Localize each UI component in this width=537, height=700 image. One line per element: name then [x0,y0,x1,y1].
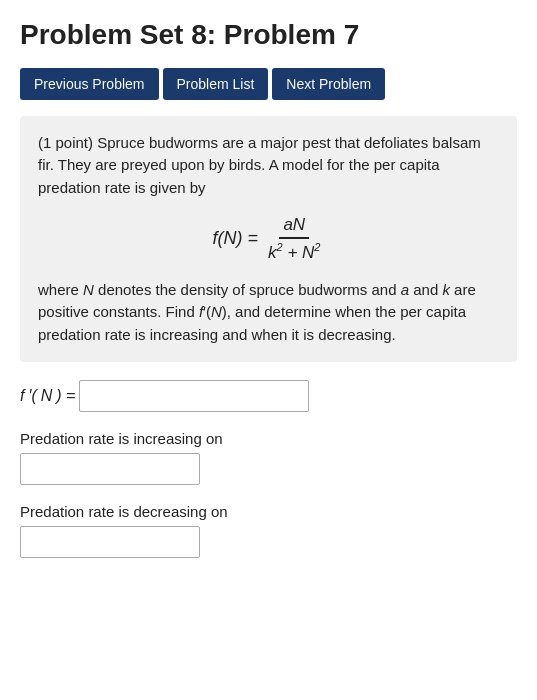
derivative-label: f′(N) = [20,380,517,412]
derivative-answer-section: f′(N) = [20,380,517,412]
problem-points: (1 point) [38,134,93,151]
prev-problem-button[interactable]: Previous Problem [20,68,159,100]
problem-text-content: Spruce budworms are a major pest that de… [38,134,481,196]
formula-block: f(N) = aN k2 + N2 [38,215,499,263]
formula-denominator: k2 + N2 [264,239,324,263]
next-problem-button[interactable]: Next Problem [272,68,385,100]
problem-list-button[interactable]: Problem List [163,68,269,100]
decreasing-input[interactable] [20,526,200,558]
problem-description: (1 point) Spruce budworms are a major pe… [38,132,499,200]
problem-continuation: where N denotes the density of spruce bu… [38,279,499,347]
increasing-label: Predation rate is increasing on [20,430,517,447]
derivative-input[interactable] [79,380,309,412]
formula-fraction: aN k2 + N2 [264,215,324,263]
decreasing-label: Predation rate is decreasing on [20,503,517,520]
formula-numerator: aN [279,215,309,239]
increasing-input[interactable] [20,453,200,485]
problem-box: (1 point) Spruce budworms are a major pe… [20,116,517,363]
increasing-section: Predation rate is increasing on [20,430,517,485]
decreasing-section: Predation rate is decreasing on [20,503,517,558]
formula-label: f(N) = aN k2 + N2 [213,215,325,263]
formula-lhs: f(N) = [213,228,259,249]
page-title: Problem Set 8: Problem 7 [20,18,517,52]
navigation-buttons: Previous Problem Problem List Next Probl… [20,68,517,100]
